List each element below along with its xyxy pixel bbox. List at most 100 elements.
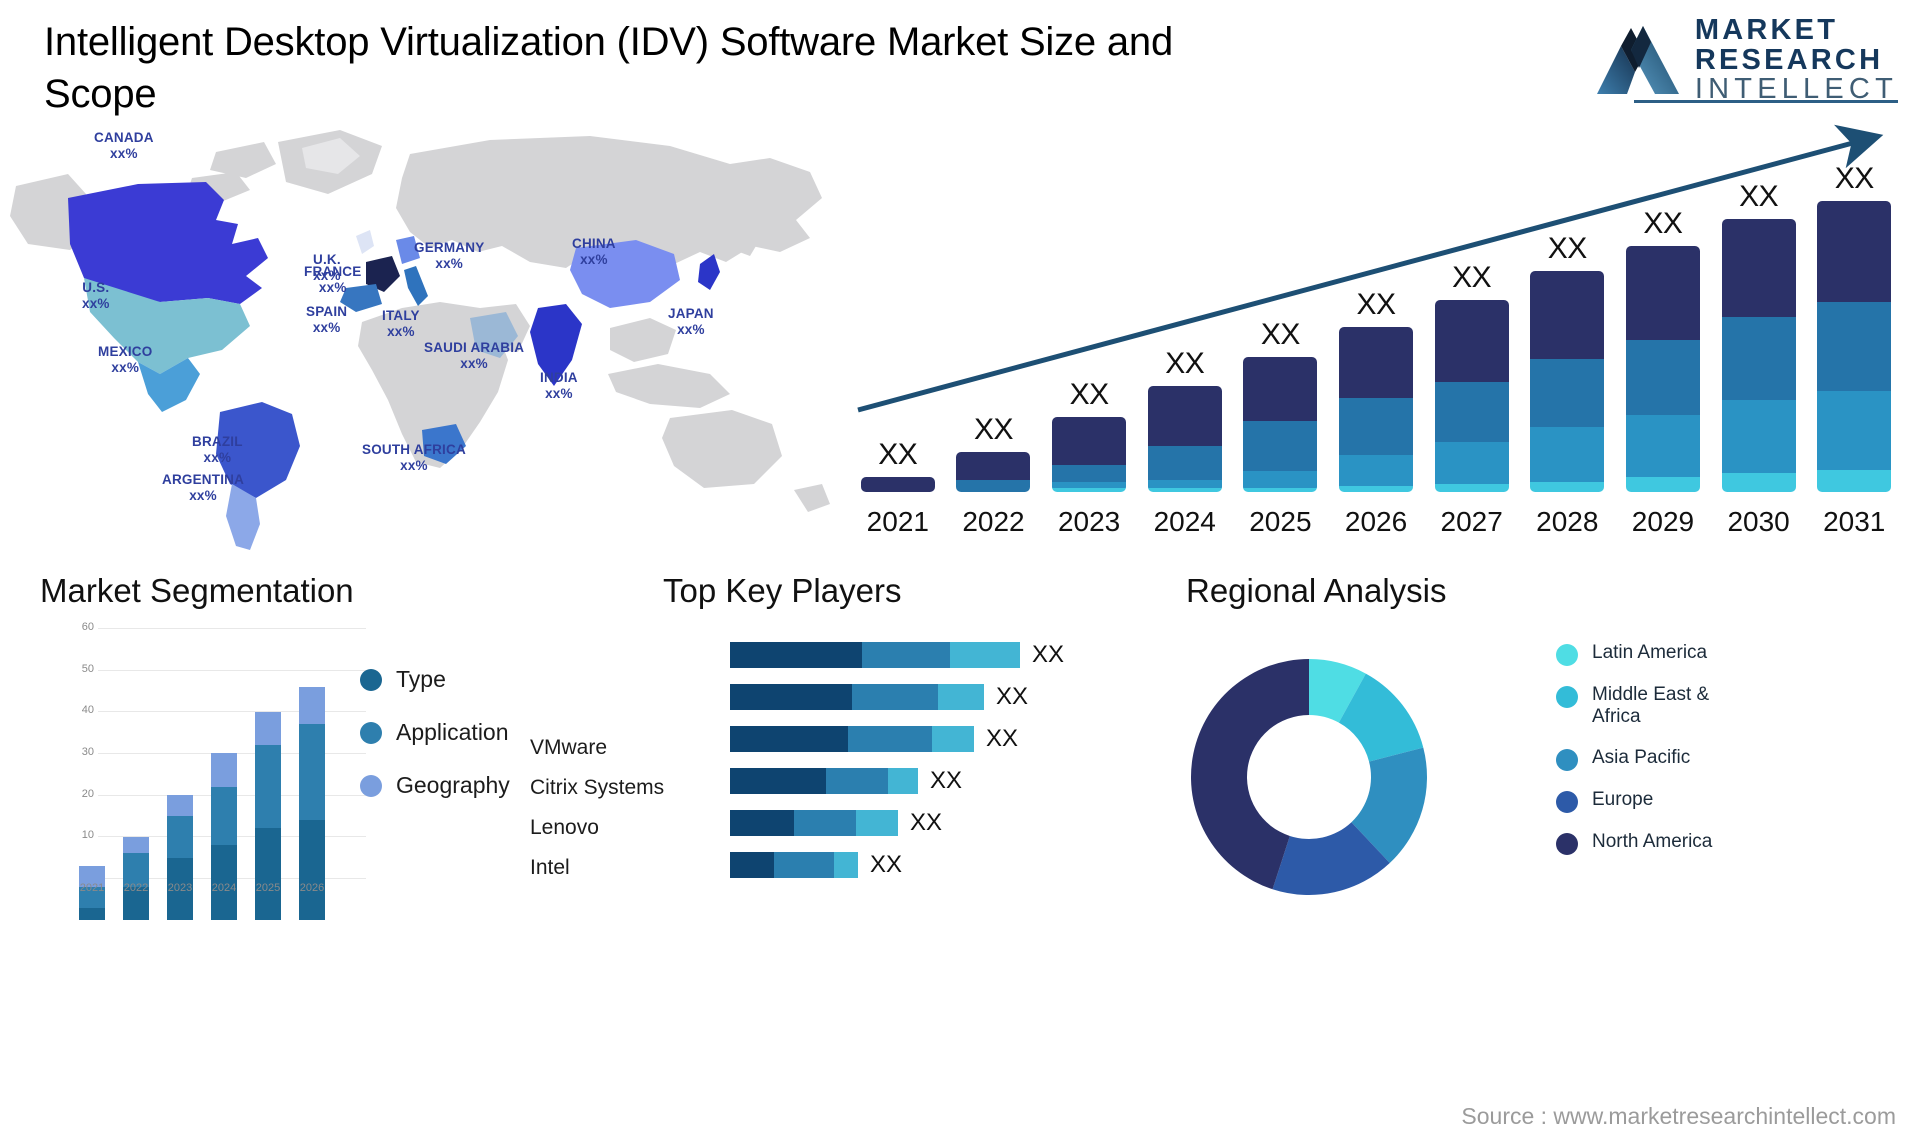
- forecast-year-label: 2022: [962, 506, 1025, 537]
- forecast-value-label: XX: [1834, 162, 1875, 195]
- top-key-players-chart: VMware Citrix Systems Lenovo Intel XX XX XX XX…: [530, 620, 1140, 920]
- forecast-year-label: 2028: [1536, 506, 1599, 537]
- key-player-bar-segment: [938, 684, 984, 710]
- key-player-name: Intel: [530, 856, 570, 879]
- forecast-value-label: XX: [1260, 317, 1301, 351]
- legend-label: Asia Pacific: [1592, 746, 1691, 768]
- key-player-bar-segment: [730, 810, 794, 836]
- segmentation-x-label: 2021: [79, 882, 105, 894]
- forecast-bar-segment: [860, 477, 935, 492]
- key-player-bar-segment: [852, 684, 938, 710]
- legend-swatch: [1556, 644, 1578, 666]
- regional-legend-item[interactable]: Latin America: [1556, 642, 1742, 666]
- forecast-bar-segment: [1817, 390, 1892, 470]
- legend-item-geography[interactable]: Geography: [360, 772, 510, 799]
- legend-item-application[interactable]: Application: [360, 719, 510, 746]
- forecast-bar-segment: [1147, 446, 1222, 480]
- forecast-column: XX: [946, 162, 1042, 492]
- forecast-bar-segment: [1243, 471, 1318, 488]
- segmentation-x-label: 2024: [211, 882, 237, 894]
- map-label-argentina: ARGENTINA xx%: [162, 472, 245, 503]
- key-player-bar-segment: [730, 642, 862, 668]
- map-label-mexico: MEXICO xx%: [98, 344, 153, 375]
- forecast-column: XX: [1424, 162, 1520, 492]
- regional-legend-item[interactable]: Asia Pacific: [1556, 747, 1742, 771]
- map-label-canada: CANADA xx%: [94, 130, 154, 161]
- key-player-names: VMware Citrix Systems Lenovo Intel: [530, 728, 664, 888]
- segmentation-bar-segment: [167, 795, 193, 816]
- forecast-value-label: XX: [973, 413, 1014, 447]
- forecast-column: XX: [850, 162, 946, 492]
- map-label-saudi-arabia: SAUDI ARABIA xx%: [424, 340, 525, 371]
- forecast-year-label: 2021: [866, 506, 929, 537]
- forecast-bar-segment: [1147, 479, 1222, 488]
- legend-swatch: [1556, 790, 1578, 813]
- forecast-year-label: 2025: [1249, 506, 1312, 537]
- key-player-bar-segment: [774, 852, 834, 878]
- forecast-bar: [956, 452, 1031, 492]
- segmentation-x-label: 2026: [299, 882, 325, 894]
- forecast-column: XX: [1806, 162, 1902, 492]
- forecast-year-label: 2026: [1344, 506, 1408, 537]
- key-player-bars: XX XX XX XX XX XX: [730, 638, 1064, 890]
- forecast-bar-segment: [956, 479, 1031, 492]
- regional-analysis-chart: Latin America Middle East & Africa Asia Pa…: [1180, 620, 1880, 940]
- map-label-japan: JAPAN xx%: [668, 306, 714, 337]
- forecast-bar-segment: [1434, 442, 1509, 484]
- segmentation-bar-segment: [211, 786, 237, 845]
- map-label-spain: SPAIN xx%: [306, 304, 348, 335]
- legend-label: Application: [396, 719, 509, 745]
- key-player-bar: [730, 726, 974, 752]
- market-segmentation-chart: 0102030405060 202120222023202420252026 T…: [40, 620, 570, 920]
- key-player-bar-segment: [932, 726, 974, 752]
- segmentation-bar-segment: [299, 686, 325, 725]
- key-player-bar-segment: [888, 768, 918, 794]
- legend-label: North America: [1592, 830, 1713, 852]
- key-player-value-label: XX: [996, 683, 1029, 710]
- forecast-year-label: 2024: [1153, 506, 1216, 537]
- key-player-bar-segment: [730, 852, 774, 878]
- key-player-bar-segment: [848, 726, 932, 752]
- regional-legend-item[interactable]: Europe: [1556, 789, 1742, 813]
- legend-label: Geography: [396, 772, 510, 798]
- segmentation-bar-segment: [123, 836, 149, 854]
- forecast-bar-segment: [1243, 356, 1318, 422]
- market-segmentation-title: Market Segmentation: [40, 572, 354, 609]
- key-player-bar-segment: [834, 852, 858, 878]
- legend-label: Europe: [1592, 788, 1654, 810]
- regional-legend-item[interactable]: Middle East & Africa: [1556, 684, 1742, 729]
- map-label-germany: GERMANY xx%: [414, 240, 485, 271]
- segmentation-bar-segment: [79, 907, 105, 920]
- forecast-year-axis: 2021 2022 2023 2024 2025 2026 2027 2028 2029 2030…: [850, 506, 1902, 538]
- forecast-value-label: XX: [1547, 232, 1588, 266]
- forecast-year-label: 2029: [1631, 506, 1695, 537]
- forecast-column: XX: [1519, 162, 1615, 492]
- segmentation-bar-segment: [255, 745, 281, 829]
- map-label-south-africa: SOUTH AFRICA xx%: [362, 442, 466, 473]
- regional-analysis-title: Regional Analysis: [1186, 572, 1447, 609]
- legend-item-type[interactable]: Type: [360, 666, 510, 693]
- gridline: [98, 628, 366, 629]
- legend-swatch: [1556, 686, 1578, 708]
- forecast-column: XX: [1233, 162, 1329, 492]
- forecast-value-label: XX: [1069, 378, 1110, 411]
- key-player-bar-segment: [794, 810, 856, 836]
- world-map: CANADA xx% U.S. xx% MEXICO xx% BRAZIL xx% AR…: [10, 112, 850, 560]
- regional-legend-item[interactable]: North America: [1556, 831, 1742, 855]
- key-player-bar-segment: [730, 684, 852, 710]
- logo-mountain-icon: [1596, 26, 1679, 95]
- regional-legend: Latin America Middle East & Africa Asia Pa…: [1556, 642, 1742, 873]
- page-title: Intelligent Desktop Virtualization (IDV)…: [44, 20, 1174, 116]
- forecast-bar-segment: [1052, 487, 1127, 492]
- forecast-bar-segment: [1721, 400, 1796, 474]
- key-player-bar: [730, 642, 1020, 668]
- legend-swatch: [1556, 832, 1578, 855]
- segmentation-legend: Type Application Geography: [360, 666, 510, 825]
- logo-line-market: MARKET: [1694, 14, 1839, 46]
- forecast-bar-segment: [1243, 421, 1318, 472]
- forecast-column: XX: [1041, 162, 1137, 492]
- segmentation-x-label: 2023: [167, 882, 193, 894]
- segmentation-x-label: 2022: [123, 882, 149, 894]
- forecast-bar-segment: [1530, 427, 1605, 482]
- key-player-row: XX: [730, 680, 1064, 714]
